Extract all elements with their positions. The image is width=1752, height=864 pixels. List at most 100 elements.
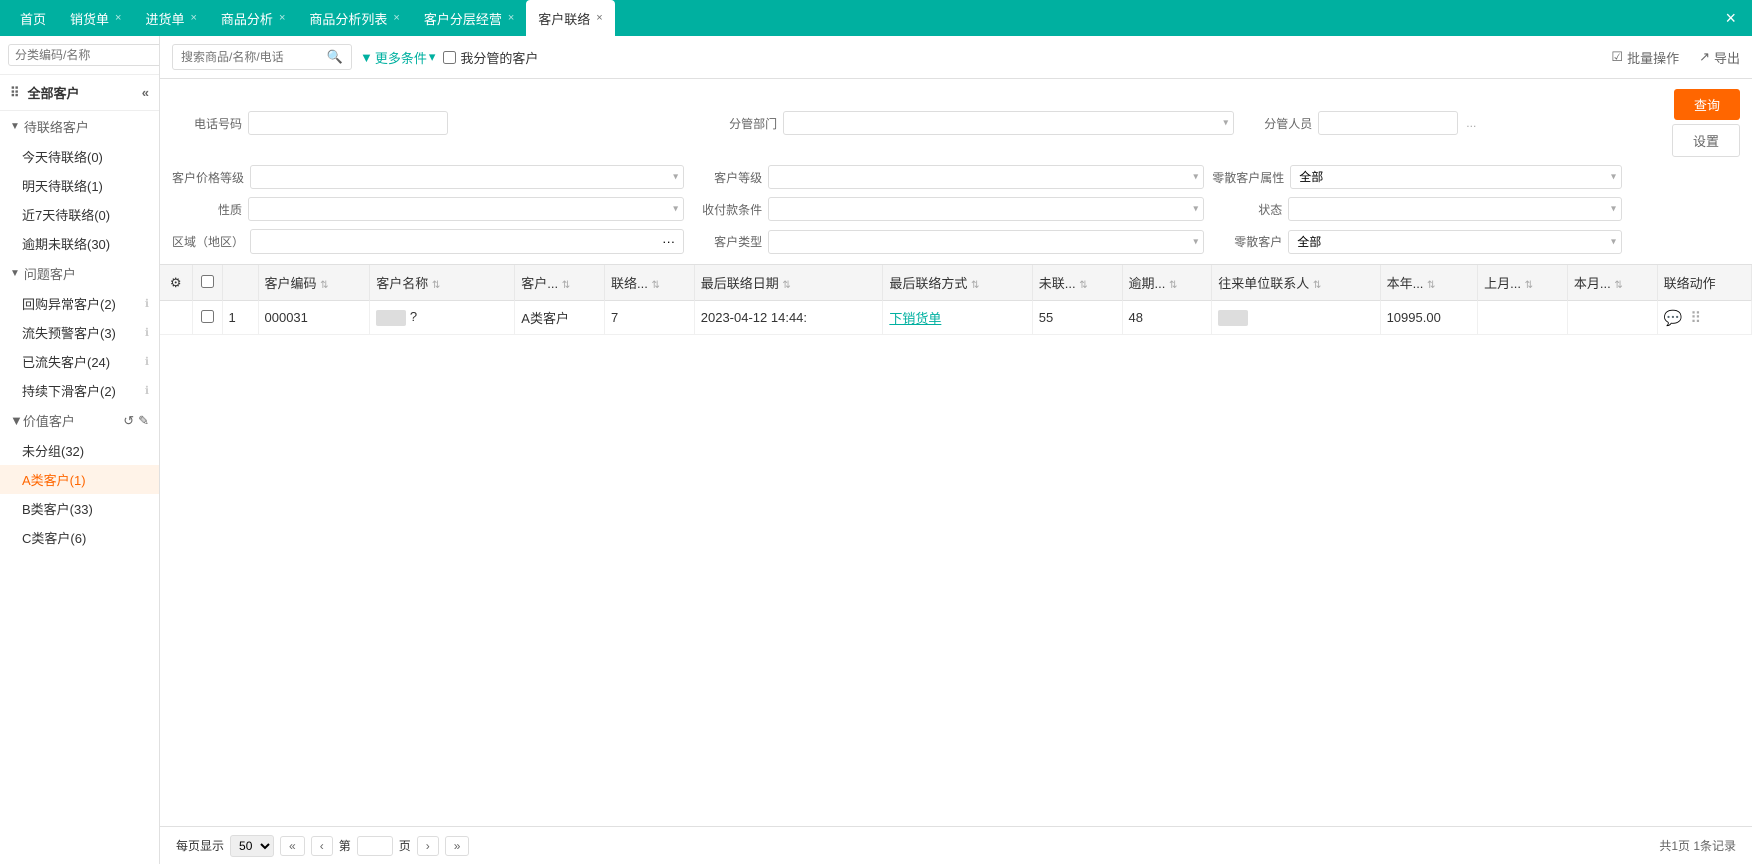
col-overdue-sort[interactable]: ⇅ [1169,280,1177,291]
sidebar-item-repurchase-abnormal[interactable]: 回购异常客户(2) ℹ [0,289,159,318]
chevron-down-icon: ▾ [429,49,436,65]
row-last-month-cell [1478,301,1568,335]
col-name-header: 客户名称 ⇅ [370,265,515,301]
col-contact-sort[interactable]: ⇅ [652,280,660,291]
filter-cell-phone: 电话号码 [172,111,699,135]
grid-action-icon[interactable]: ⠿ [1690,309,1701,327]
chat-action-icon[interactable]: 💬 [1664,309,1683,327]
customer-type-select[interactable] [768,230,1204,254]
filter-more-btn[interactable]: ▼ 更多条件 ▾ [360,48,435,67]
page-input[interactable]: 1 [357,836,393,856]
price-grade-select[interactable] [250,165,684,189]
col-last-month-sort[interactable]: ⇅ [1525,280,1533,291]
sidebar-group-problem[interactable]: ▼ 问题客户 [0,258,159,289]
region-select-dots[interactable]: ··· [250,229,684,254]
close-sales-icon[interactable]: × [115,12,121,24]
customer-grade-select[interactable] [768,165,1204,189]
row-action-cell: 💬 ⠿ [1657,301,1751,335]
nav-tab-goods-analysis-list[interactable]: 商品分析列表 × [297,0,411,36]
sidebar-item-class-b[interactable]: B类客户(33) [0,494,159,523]
close-goods-list-icon[interactable]: × [393,12,399,24]
col-this-year-sort[interactable]: ⇅ [1427,280,1435,291]
status-select[interactable] [1288,197,1622,221]
prev-page-button[interactable]: ‹ [311,836,333,856]
nav-tab-customer-contact[interactable]: 客户联络 × [526,0,614,36]
settings-button[interactable]: 设置 [1672,124,1740,157]
close-purchase-icon[interactable]: × [190,12,196,24]
query-button[interactable]: 查询 [1674,89,1740,120]
filter-search-input[interactable] [181,50,327,64]
sidebar-item-today-pending[interactable]: 今天待联络(0) [0,142,159,171]
row-name-gray-box [376,310,406,326]
last-page-button[interactable]: » [445,836,470,856]
row-code-cell: 000031 [258,301,370,335]
my-customer-checkbox[interactable] [443,51,456,64]
sidebar-item-overdue-pending[interactable]: 逾期未联络(30) [0,229,159,258]
col-type-sort[interactable]: ⇅ [562,280,570,291]
dept-select[interactable] [783,111,1234,135]
first-page-button[interactable]: « [280,836,305,856]
info-churn-icon[interactable]: ℹ [145,326,149,339]
sidebar-item-week-pending[interactable]: 近7天待联络(0) [0,200,159,229]
payment-select[interactable] [768,197,1204,221]
nav-tab-goods-analysis[interactable]: 商品分析 × [209,0,297,36]
nav-tab-sales[interactable]: 销货单 × [58,0,133,36]
filter-cell-price-grade: 客户价格等级 ▾ [172,165,684,189]
sidebar-group-value-label-part[interactable]: ▼ 价值客户 [10,411,75,430]
retail-select[interactable]: 全部 [1288,230,1622,254]
col-this-year-header: 本年... ⇅ [1380,265,1478,301]
close-customer-tier-icon[interactable]: × [508,12,514,24]
manager-more-icon[interactable]: ... [1466,116,1476,130]
edit-value-icon[interactable]: ✎ [138,413,149,429]
col-last-date-sort[interactable]: ⇅ [782,280,790,291]
total-records: 共1页 1条记录 [1659,837,1736,854]
filter-icon: ▼ [360,50,373,65]
sidebar-group-pending[interactable]: ▼ 待联络客户 [0,111,159,142]
manager-input[interactable] [1318,111,1458,135]
sidebar-item-unclassified[interactable]: 未分组(32) [0,436,159,465]
nav-tab-purchase[interactable]: 进货单 × [133,0,208,36]
row-last-method[interactable]: 下销货单 [889,311,941,326]
col-this-month-sort[interactable]: ⇅ [1614,280,1622,291]
check-icon: ☑ [1611,49,1623,65]
filter-search-icon[interactable]: 🔍 [327,49,343,65]
export-btn[interactable]: ↗ 导出 [1699,48,1740,67]
row-checkbox[interactable] [201,310,214,323]
col-last-method-sort[interactable]: ⇅ [971,280,979,291]
col-type-header: 客户... ⇅ [515,265,605,301]
filter-cell-customer-type: 客户类型 ▾ [692,230,1204,254]
sidebar-item-class-c[interactable]: C类客户(6) [0,523,159,552]
nav-tab-home[interactable]: 首页 [8,0,58,36]
col-name-sort[interactable]: ⇅ [432,280,440,291]
batch-operation-btn[interactable]: ☑ 批量操作 [1611,48,1679,67]
sidebar-item-tomorrow-pending[interactable]: 明天待联络(1) [0,171,159,200]
retail-attr-select[interactable]: 全部 [1290,165,1622,189]
close-customer-contact-icon[interactable]: × [596,12,602,24]
info-declining-icon[interactable]: ℹ [145,384,149,397]
sidebar-search-input[interactable] [8,44,160,66]
col-gear-header[interactable]: ⚙ [160,265,192,301]
sidebar-item-declining[interactable]: 持续下滑客户(2) ℹ [0,376,159,405]
phone-input[interactable] [248,111,448,135]
next-page-button[interactable]: › [417,836,439,856]
page-size-label: 每页显示 [176,837,224,854]
sidebar-item-churn-warning[interactable]: 流失预警客户(3) ℹ [0,318,159,347]
sidebar-item-class-a[interactable]: A类客户(1) [0,465,159,494]
col-unit-contact-sort[interactable]: ⇅ [1313,280,1321,291]
sidebar-item-churned[interactable]: 已流失客户(24) ℹ [0,347,159,376]
refresh-value-icon[interactable]: ↺ [123,413,134,429]
col-code-sort[interactable]: ⇅ [320,280,328,291]
data-table: ⚙ 客户编码 ⇅ 客户名称 ⇅ [160,265,1752,335]
sidebar-collapse-icon[interactable]: « [142,85,149,100]
filter-form: 电话号码 分管部门 ▾ 分管人员 ... 查询 设置 [160,79,1752,265]
close-goods-analysis-icon[interactable]: × [279,12,285,24]
dept-label: 分管部门 [707,115,777,132]
select-all-checkbox[interactable] [201,275,214,288]
window-close-button[interactable]: × [1717,8,1744,29]
nature-select[interactable] [248,197,684,221]
info-churned-icon[interactable]: ℹ [145,355,149,368]
info-repurchase-icon[interactable]: ℹ [145,297,149,310]
col-not-contact-sort[interactable]: ⇅ [1079,280,1087,291]
page-size-select[interactable]: 50 [230,835,274,857]
nav-tab-customer-tier[interactable]: 客户分层经营 × [412,0,526,36]
